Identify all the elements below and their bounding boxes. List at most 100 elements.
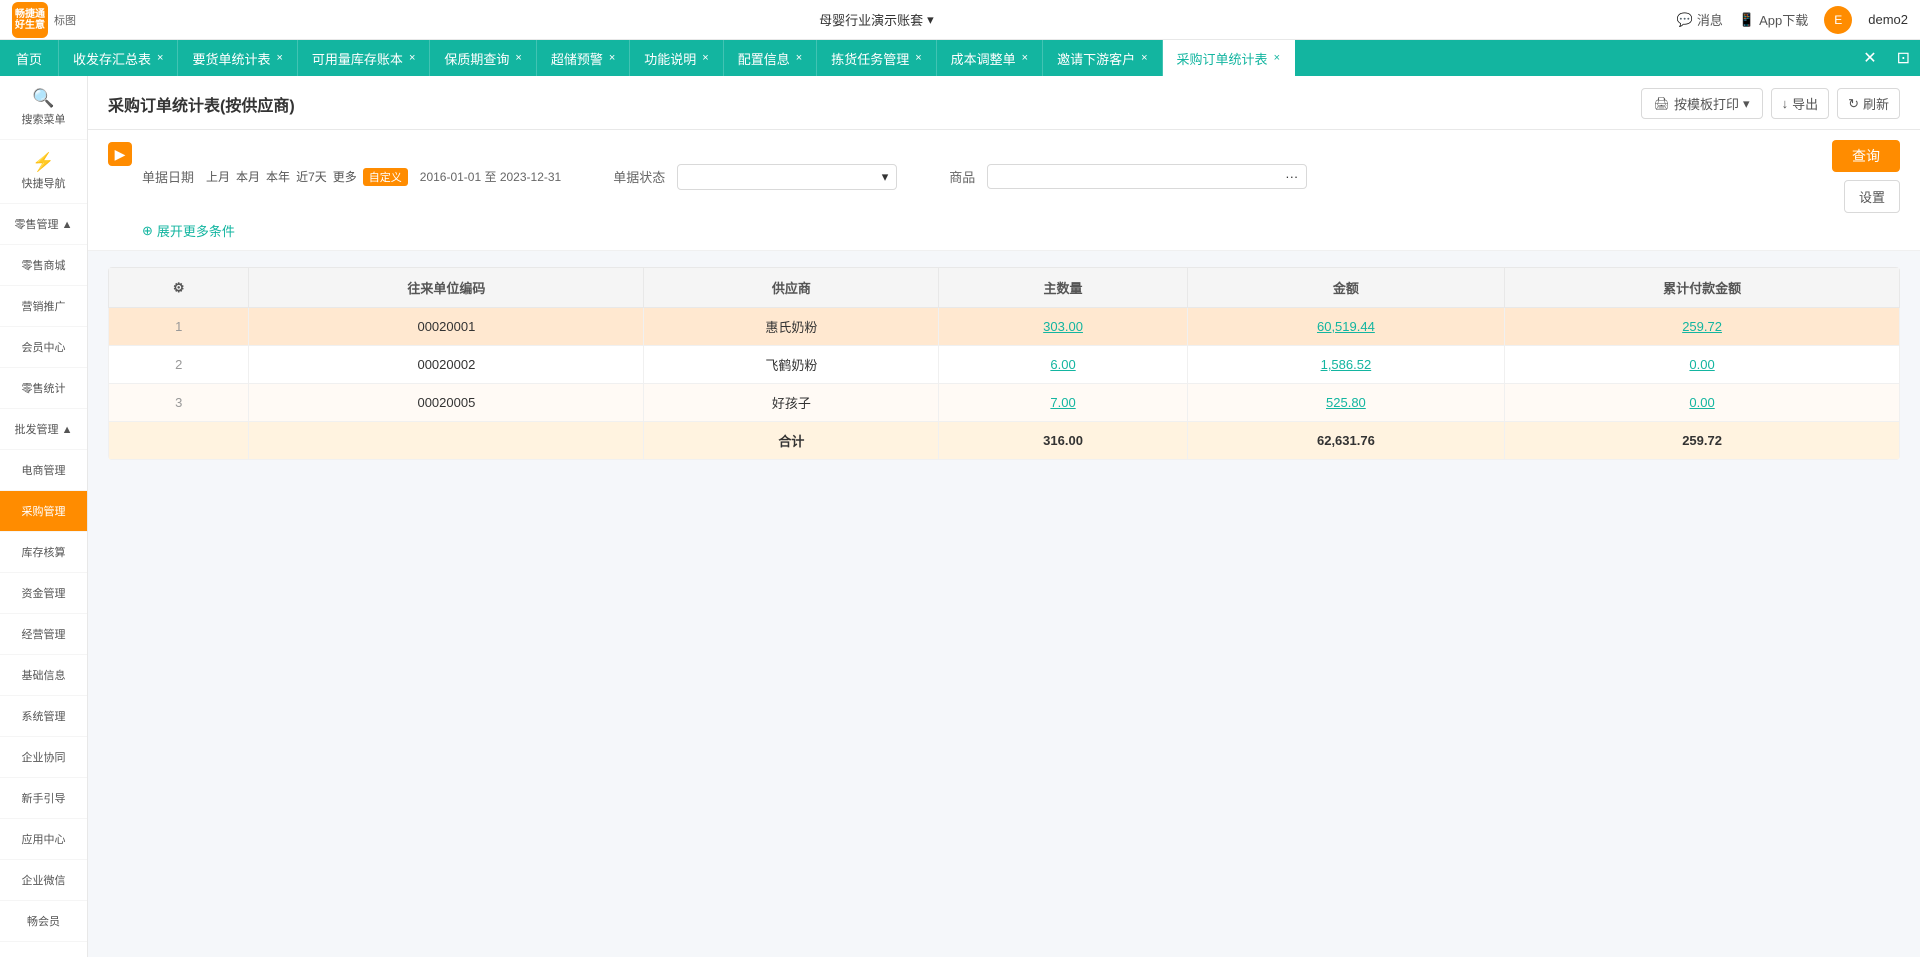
tab-pick-task[interactable]: 拣货任务管理 × [817,40,936,76]
row-qty: 6.00 [939,346,1187,384]
refresh-label: 刷新 [1863,94,1889,113]
sidebar-item-app-center[interactable]: 应用中心 [0,819,87,860]
tab-close-icon[interactable]: × [1022,52,1028,64]
status-value [686,169,690,184]
filter-toggle-button[interactable]: ▶ [108,142,132,166]
page-title-row: 采购订单统计表(按供应商) 🖨 按模板打印 ▾ ↓ 导出 ↻ 刷新 [108,88,1900,119]
sidebar-item-inventory[interactable]: 库存核算 [0,532,87,573]
table-row[interactable]: 1 00020001 惠氏奶粉 303.00 60,519.44 259.72 [109,308,1900,346]
sidebar-item-purchase[interactable]: 采购管理 [0,491,87,532]
tab-maximize-button[interactable]: ⊡ [1887,48,1920,68]
tab-expiry-query[interactable]: 保质期查询 × [430,40,536,76]
table-header-amount: 金额 [1187,268,1505,308]
sidebar-item-ecommerce[interactable]: 电商管理 [0,450,87,491]
top-bar: 畅捷通好生意 标图 母婴行业演示账套 ▾ 💬 消息 📱 App下载 E demo… [0,0,1920,40]
expand-more-button[interactable]: ⊕ 展开更多条件 [142,221,1900,240]
sidebar-item-enterprise-wechat[interactable]: 企业微信 [0,860,87,901]
row-qty: 303.00 [939,308,1187,346]
refresh-button[interactable]: ↻ 刷新 [1837,88,1900,119]
tab-close-icon[interactable]: × [157,52,163,64]
shortcut-more[interactable]: 更多 [333,168,357,186]
goods-input[interactable]: ··· [987,164,1307,189]
setting-button[interactable]: 设置 [1844,180,1900,213]
tab-close-all-button[interactable]: ✕ [1853,48,1886,68]
sidebar-item-enterprise[interactable]: 企业协同 [0,737,87,778]
tab-close-icon[interactable]: × [1274,52,1280,64]
status-select[interactable]: ▾ [677,164,897,190]
tab-label: 要货单统计表 [192,49,270,68]
search-icon: 🔍 [32,88,54,109]
sidebar-item-basic-info[interactable]: 基础信息 [0,655,87,696]
sidebar-item-member2[interactable]: 畅会员 [0,901,87,942]
row-num: 3 [109,384,249,422]
tab-goods-stats[interactable]: 要货单统计表 × [178,40,297,76]
sidebar-item-new-guide[interactable]: 新手引导 [0,778,87,819]
sidebar-quicknav-label: 快捷导航 [22,175,66,191]
tab-overstock-warning[interactable]: 超储预警 × [537,40,630,76]
tab-function-desc[interactable]: 功能说明 × [630,40,723,76]
shortcut-7days[interactable]: 近7天 [296,168,327,186]
sidebar-item-operations[interactable]: 经营管理 [0,614,87,655]
tab-close-icon[interactable]: × [702,52,708,64]
row-code: 00020001 [249,308,644,346]
page-title: 采购订单统计表(按供应商) [108,92,295,116]
tab-config-info[interactable]: 配置信息 × [724,40,817,76]
table-header-supplier: 供应商 [644,268,939,308]
sidebar-item-retail-stats[interactable]: 零售统计 [0,368,87,409]
shortcut-this-year[interactable]: 本年 [266,168,290,186]
tab-label: 邀请下游客户 [1057,49,1135,68]
date-shortcuts: 上月 本月 本年 近7天 更多 自定义 [206,168,408,186]
user-avatar[interactable]: E [1824,6,1852,34]
tab-invite-downstream[interactable]: 邀请下游客户 × [1043,40,1162,76]
tab-purchase-stats[interactable]: 采购订单统计表 × [1163,40,1295,76]
row-supplier: 飞鹤奶粉 [644,346,939,384]
tab-close-icon[interactable]: × [609,52,615,64]
sidebar-item-finance[interactable]: 资金管理 [0,573,87,614]
tab-close-icon[interactable]: × [515,52,521,64]
table-header: ⚙ 往来单位编码 供应商 主数量 金额 累计付款金额 [109,268,1900,308]
export-label: 导出 [1792,94,1818,113]
page-header: 采购订单统计表(按供应商) 🖨 按模板打印 ▾ ↓ 导出 ↻ 刷新 [88,76,1920,130]
goods-more-icon: ··· [1285,169,1298,184]
tab-close-icon[interactable]: × [915,52,921,64]
user-name[interactable]: demo2 [1868,12,1908,27]
export-button[interactable]: ↓ 导出 [1771,88,1830,119]
sidebar-item-search[interactable]: 🔍 搜索菜单 [0,76,87,140]
footer-empty [109,422,249,460]
app-download-button[interactable]: 📱 App下载 [1739,10,1808,29]
custom-date-tag[interactable]: 自定义 [363,168,408,186]
tab-available-stock[interactable]: 可用量库存账本 × [298,40,430,76]
sidebar-item-retail[interactable]: 零售管理 ▲ [0,204,87,245]
date-label: 单据日期 [142,167,194,186]
table-body: 1 00020001 惠氏奶粉 303.00 60,519.44 259.72 … [109,308,1900,422]
sidebar-item-wholesale[interactable]: 批发管理 ▲ [0,409,87,450]
footer-total-paid: 259.72 [1505,422,1900,460]
tab-home[interactable]: 首页 [0,40,59,76]
tab-receive-summary[interactable]: 收发存汇总表 × [59,40,178,76]
row-qty: 7.00 [939,384,1187,422]
expand-label: 展开更多条件 [157,221,235,240]
message-button[interactable]: 💬 消息 [1677,10,1723,29]
shortcut-last-month[interactable]: 上月 [206,168,230,186]
goods-label: 商品 [949,167,975,186]
tab-label: 配置信息 [738,49,790,68]
workspace-selector[interactable]: 母婴行业演示账套 ▾ [819,10,934,29]
table-container: ⚙ 往来单位编码 供应商 主数量 金额 累计付款金额 1 00020001 惠氏… [88,251,1920,957]
shortcut-this-month[interactable]: 本月 [236,168,260,186]
tab-close-icon[interactable]: × [276,52,282,64]
sidebar-item-retail-store[interactable]: 零售商城 [0,245,87,286]
tab-cost-adjust[interactable]: 成本调整单 × [937,40,1043,76]
sidebar-item-quicknav[interactable]: ⚡ 快捷导航 [0,140,87,204]
tab-close-icon[interactable]: × [1141,52,1147,64]
tab-close-icon[interactable]: × [409,52,415,64]
table-row[interactable]: 2 00020002 飞鹤奶粉 6.00 1,586.52 0.00 [109,346,1900,384]
row-paid: 259.72 [1505,308,1900,346]
sidebar-item-member[interactable]: 会员中心 [0,327,87,368]
sidebar-item-system[interactable]: 系统管理 [0,696,87,737]
table-row[interactable]: 3 00020005 好孩子 7.00 525.80 0.00 [109,384,1900,422]
template-print-button[interactable]: 🖨 按模板打印 ▾ [1641,88,1763,119]
table-header-gear[interactable]: ⚙ [109,268,249,308]
query-button[interactable]: 查询 [1832,140,1900,172]
sidebar-item-marketing[interactable]: 营销推广 [0,286,87,327]
tab-close-icon[interactable]: × [796,52,802,64]
